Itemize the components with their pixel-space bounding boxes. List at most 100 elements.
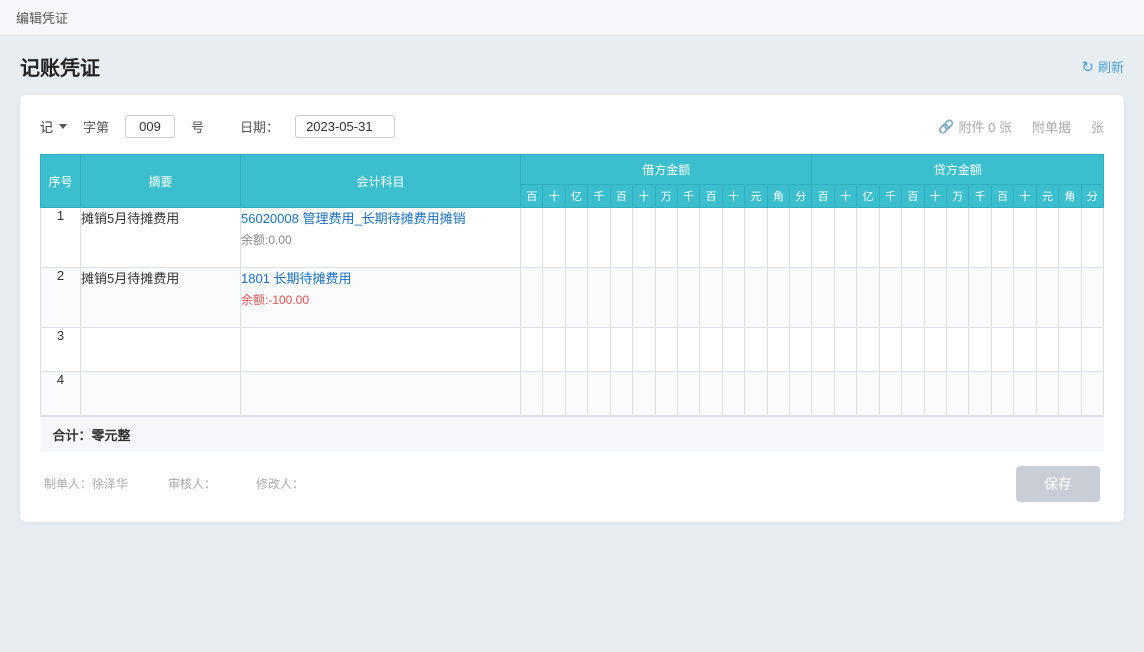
- cell-debit-10[interactable]: [745, 268, 767, 328]
- cell-debit-5[interactable]: [633, 268, 655, 328]
- table-row[interactable]: 1摊销5月待摊费用56020008 管理费用_长期待摊费用摊销余额:0.00: [41, 208, 1104, 268]
- cell-debit-0[interactable]: [521, 372, 543, 416]
- cell-credit-5[interactable]: [924, 372, 946, 416]
- cell-credit-5[interactable]: [924, 328, 946, 372]
- cell-debit-10[interactable]: [745, 328, 767, 372]
- cell-debit-9[interactable]: [722, 328, 744, 372]
- table-row[interactable]: 4: [41, 372, 1104, 416]
- cell-credit-11[interactable]: [1059, 208, 1081, 268]
- cell-summary[interactable]: [81, 328, 241, 372]
- cell-debit-3[interactable]: [588, 372, 610, 416]
- cell-debit-0[interactable]: [521, 268, 543, 328]
- cell-credit-3[interactable]: [879, 328, 901, 372]
- refresh-button[interactable]: ↻ 刷新: [1081, 57, 1124, 76]
- cell-credit-1[interactable]: [834, 208, 856, 268]
- cell-summary[interactable]: 摊销5月待摊费用: [81, 268, 241, 328]
- cell-debit-0[interactable]: [521, 328, 543, 372]
- cell-debit-3[interactable]: [588, 328, 610, 372]
- cell-debit-8[interactable]: [700, 268, 722, 328]
- cell-credit-0[interactable]: [812, 268, 834, 328]
- cell-debit-8[interactable]: [700, 208, 722, 268]
- cell-debit-2[interactable]: [565, 268, 587, 328]
- cell-credit-9[interactable]: [1014, 328, 1036, 372]
- cell-credit-10[interactable]: [1036, 372, 1058, 416]
- cell-debit-9[interactable]: [722, 208, 744, 268]
- cell-credit-9[interactable]: [1014, 208, 1036, 268]
- cell-account[interactable]: [241, 372, 521, 416]
- cell-credit-2[interactable]: [857, 208, 879, 268]
- cell-debit-9[interactable]: [722, 268, 744, 328]
- cell-debit-12[interactable]: [790, 208, 812, 268]
- cell-credit-4[interactable]: [902, 268, 924, 328]
- cell-credit-2[interactable]: [857, 372, 879, 416]
- cell-debit-11[interactable]: [767, 208, 789, 268]
- cell-debit-7[interactable]: [677, 372, 699, 416]
- cell-debit-8[interactable]: [700, 328, 722, 372]
- cell-credit-1[interactable]: [834, 328, 856, 372]
- cell-debit-9[interactable]: [722, 372, 744, 416]
- cell-credit-0[interactable]: [812, 328, 834, 372]
- date-field[interactable]: 2023-05-31: [295, 115, 395, 138]
- cell-credit-4[interactable]: [902, 372, 924, 416]
- cell-credit-7[interactable]: [969, 328, 991, 372]
- cell-credit-10[interactable]: [1036, 208, 1058, 268]
- cell-debit-4[interactable]: [610, 328, 632, 372]
- cell-credit-1[interactable]: [834, 372, 856, 416]
- voucher-number-field[interactable]: 009: [125, 115, 175, 138]
- cell-credit-8[interactable]: [991, 372, 1013, 416]
- cell-debit-4[interactable]: [610, 268, 632, 328]
- cell-credit-11[interactable]: [1059, 328, 1081, 372]
- cell-debit-5[interactable]: [633, 328, 655, 372]
- cell-debit-1[interactable]: [543, 372, 565, 416]
- cell-credit-0[interactable]: [812, 208, 834, 268]
- cell-debit-10[interactable]: [745, 372, 767, 416]
- cell-debit-12[interactable]: [790, 328, 812, 372]
- cell-debit-11[interactable]: [767, 372, 789, 416]
- cell-credit-0[interactable]: [812, 372, 834, 416]
- cell-debit-1[interactable]: [543, 208, 565, 268]
- cell-credit-8[interactable]: [991, 268, 1013, 328]
- cell-debit-6[interactable]: [655, 268, 677, 328]
- cell-credit-5[interactable]: [924, 268, 946, 328]
- cell-debit-2[interactable]: [565, 372, 587, 416]
- cell-debit-7[interactable]: [677, 268, 699, 328]
- cell-account[interactable]: [241, 328, 521, 372]
- cell-credit-7[interactable]: [969, 268, 991, 328]
- cell-debit-3[interactable]: [588, 268, 610, 328]
- attachment-label[interactable]: 附件 0 张: [958, 117, 1011, 136]
- cell-credit-7[interactable]: [969, 208, 991, 268]
- cell-credit-1[interactable]: [834, 268, 856, 328]
- cell-debit-6[interactable]: [655, 328, 677, 372]
- cell-debit-4[interactable]: [610, 208, 632, 268]
- cell-debit-6[interactable]: [655, 372, 677, 416]
- cell-credit-7[interactable]: [969, 372, 991, 416]
- cell-credit-12[interactable]: [1081, 372, 1103, 416]
- cell-account[interactable]: 1801 长期待摊费用余额:-100.00: [241, 268, 521, 328]
- cell-credit-9[interactable]: [1014, 372, 1036, 416]
- cell-credit-6[interactable]: [947, 268, 969, 328]
- table-row[interactable]: 3: [41, 328, 1104, 372]
- cell-credit-9[interactable]: [1014, 268, 1036, 328]
- cell-credit-11[interactable]: [1059, 268, 1081, 328]
- cell-credit-3[interactable]: [879, 268, 901, 328]
- table-row[interactable]: 2摊销5月待摊费用1801 长期待摊费用余额:-100.00: [41, 268, 1104, 328]
- cell-credit-6[interactable]: [947, 328, 969, 372]
- cell-credit-2[interactable]: [857, 328, 879, 372]
- cell-debit-12[interactable]: [790, 268, 812, 328]
- cell-credit-8[interactable]: [991, 328, 1013, 372]
- cell-debit-4[interactable]: [610, 372, 632, 416]
- cell-debit-1[interactable]: [543, 328, 565, 372]
- cell-debit-11[interactable]: [767, 328, 789, 372]
- cell-credit-11[interactable]: [1059, 372, 1081, 416]
- cell-credit-10[interactable]: [1036, 328, 1058, 372]
- cell-credit-12[interactable]: [1081, 268, 1103, 328]
- cell-debit-2[interactable]: [565, 208, 587, 268]
- cell-debit-12[interactable]: [790, 372, 812, 416]
- cell-credit-5[interactable]: [924, 208, 946, 268]
- cell-credit-12[interactable]: [1081, 208, 1103, 268]
- cell-credit-2[interactable]: [857, 268, 879, 328]
- cell-credit-6[interactable]: [947, 372, 969, 416]
- cell-summary[interactable]: [81, 372, 241, 416]
- cell-summary[interactable]: 摊销5月待摊费用: [81, 208, 241, 268]
- cell-debit-6[interactable]: [655, 208, 677, 268]
